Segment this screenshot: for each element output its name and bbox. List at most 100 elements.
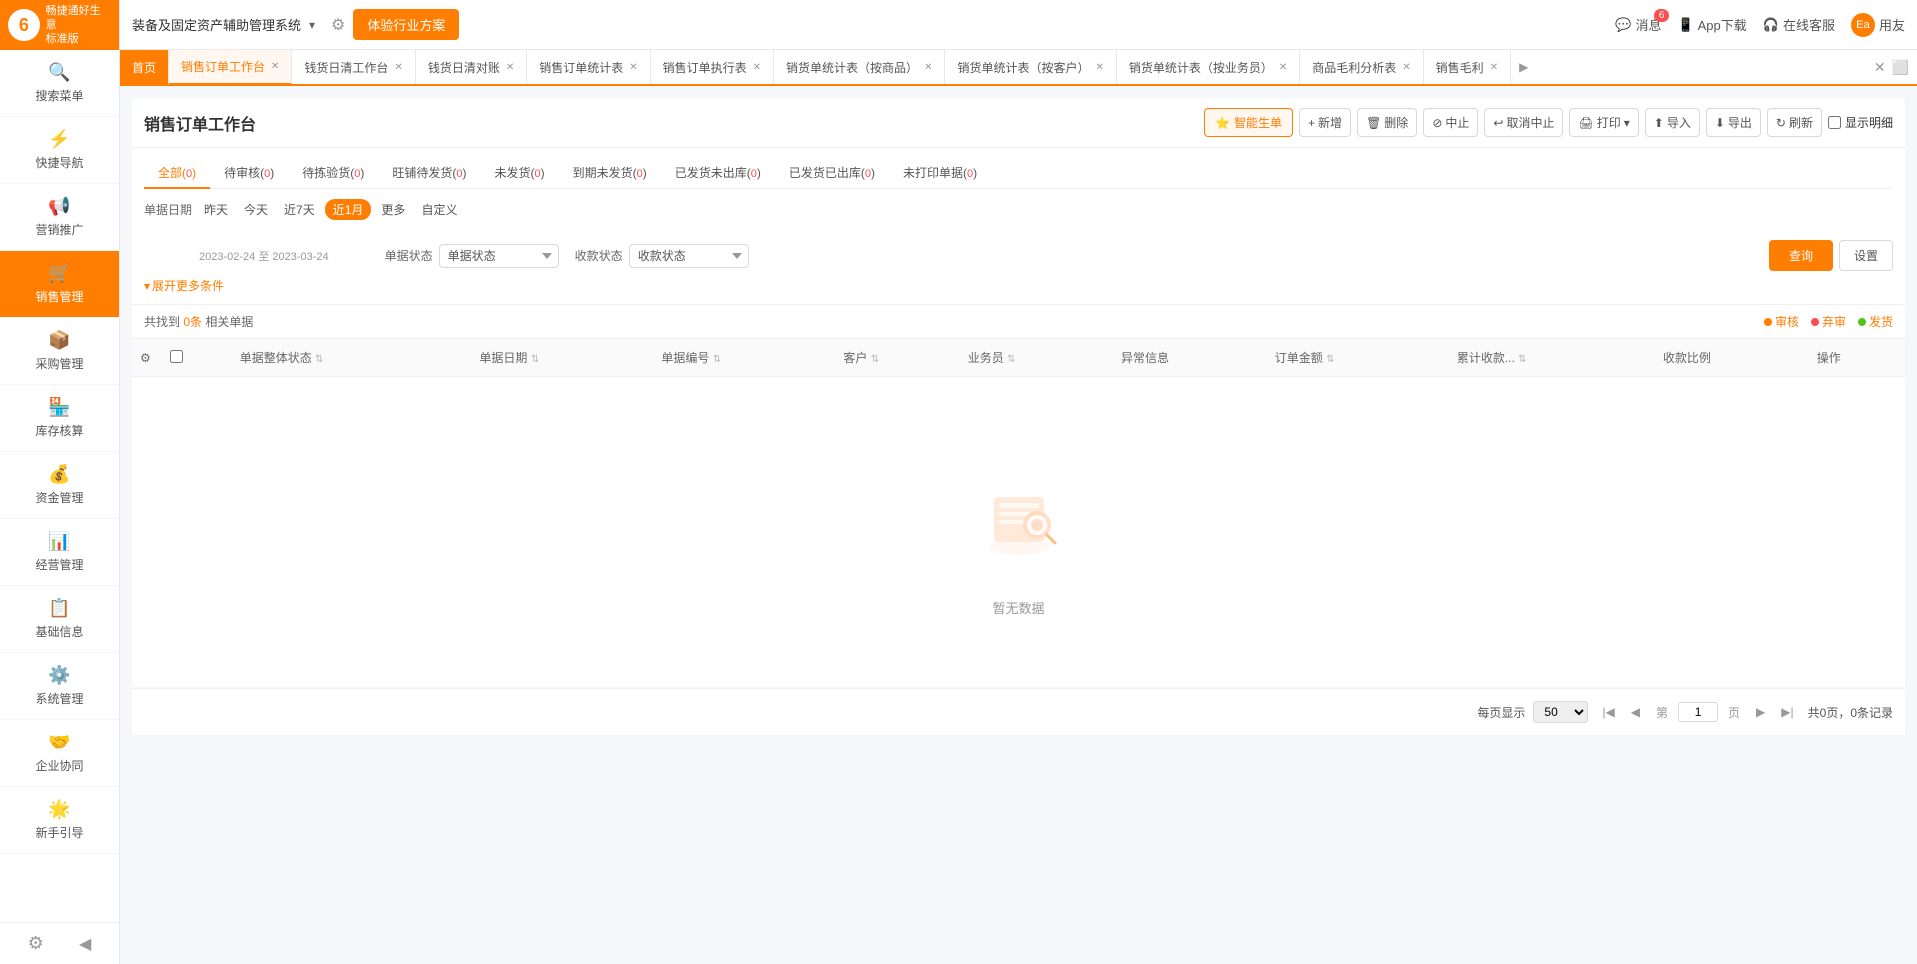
tab-close-sales-staff[interactable]: ✕: [1279, 62, 1287, 73]
tab-sales-profit[interactable]: 销售毛利✕: [1424, 50, 1511, 85]
message-item[interactable]: 💬 消息 6: [1615, 15, 1661, 34]
filter-count-1: 0: [264, 168, 270, 180]
smart-button[interactable]: ⭐ 智能生单: [1204, 108, 1293, 137]
sidebar-item-quick-nav[interactable]: ⚡快捷导航: [0, 117, 119, 184]
date-7days[interactable]: 近7天: [278, 199, 321, 220]
tab-margin-analysis[interactable]: 商品毛利分析表✕: [1300, 50, 1423, 85]
cancel-audit-action[interactable]: 弃审: [1811, 313, 1846, 330]
sidebar-icon-sales: 🛒: [48, 263, 70, 284]
tab-close-cash-daily[interactable]: ✕: [394, 62, 402, 73]
filter-tab-6[interactable]: 已发货未出库(0): [661, 158, 775, 189]
filter-tab-0[interactable]: 全部(0): [144, 158, 210, 189]
date-range-display: 2023-02-24 至 2023-03-24: [199, 251, 329, 263]
tab-close-sales-customer[interactable]: ✕: [1095, 62, 1103, 73]
filter-tab-4[interactable]: 未发货(0): [481, 158, 559, 189]
date-more[interactable]: 更多: [375, 199, 411, 220]
payment-select[interactable]: 收款状态: [629, 244, 749, 268]
settings-icon[interactable]: ⚙: [28, 933, 44, 954]
tabbar: 首页销售订单工作台✕钱货日清工作台✕钱货日清对账✕销售订单统计表✕销售订单执行表…: [120, 50, 1917, 86]
page-last[interactable]: ▶|: [1775, 703, 1799, 721]
sidebar-item-search[interactable]: 🔍搜索菜单: [0, 50, 119, 117]
tab-cash-reconcile[interactable]: 钱货日清对账✕: [416, 50, 527, 85]
date-1month[interactable]: 近1月: [325, 199, 372, 220]
tab-sales-exec[interactable]: 销售订单执行表✕: [651, 50, 774, 85]
user-item[interactable]: Ea 用友: [1851, 13, 1905, 37]
tab-sales-staff[interactable]: 销货单统计表（按业务员）✕: [1117, 50, 1300, 85]
set-button[interactable]: 设置: [1839, 240, 1893, 271]
tab-sales-product[interactable]: 销货单统计表（按商品）✕: [774, 50, 945, 85]
date-today[interactable]: 今天: [238, 199, 274, 220]
tab-sales-stat[interactable]: 销售订单统计表✕: [527, 50, 650, 85]
page-next[interactable]: ▶: [1750, 703, 1771, 721]
sidebar-item-guide[interactable]: 🌟新手引导: [0, 787, 119, 854]
tab-close-sales-product[interactable]: ✕: [924, 62, 932, 73]
sidebar-item-enterprise[interactable]: 🤝企业协同: [0, 720, 119, 787]
import-icon: ⬆: [1654, 116, 1664, 130]
cancel-stop-button[interactable]: ↩ 取消中止: [1484, 108, 1563, 137]
page-first[interactable]: |◀: [1596, 703, 1620, 721]
delete-button[interactable]: 🗑 删除: [1357, 108, 1417, 137]
app-download-item[interactable]: 📱 App下载: [1677, 15, 1746, 34]
sidebar-item-marketing[interactable]: 📢营销推广: [0, 184, 119, 251]
solution-button[interactable]: 体验行业方案: [353, 9, 459, 40]
filter-tab-2[interactable]: 待拣验货(0): [288, 158, 378, 189]
page-header: 销售订单工作台 ⭐ 智能生单 + 新增 🗑 删除 ⊘ 中止: [132, 98, 1905, 148]
sidebar-item-base-info[interactable]: 📋基础信息: [0, 586, 119, 653]
sidebar-icon-search: 🔍: [48, 62, 70, 83]
show-detail-label[interactable]: 显示明细: [1828, 114, 1893, 131]
table-scroll[interactable]: ⚙ 单据整体状态 ⇅ 单据日期 ⇅ 单据编号 ⇅ 客户 ⇅ 业务员 ⇅ 异常信息…: [132, 339, 1905, 688]
sidebar-item-inventory[interactable]: 🏪库存核算: [0, 385, 119, 452]
page-prev[interactable]: ◀: [1625, 703, 1646, 721]
tab-cash-daily[interactable]: 钱货日清工作台✕: [292, 50, 415, 85]
filter-tab-8[interactable]: 未打印单据(0): [889, 158, 991, 189]
sidebar-icon-base-info: 📋: [48, 598, 70, 619]
sidebar-item-sales[interactable]: 🛒销售管理: [0, 251, 119, 318]
online-service-item[interactable]: 🎧 在线客服: [1763, 15, 1835, 34]
tab-close-sales-stat[interactable]: ✕: [629, 62, 637, 73]
page-input[interactable]: [1678, 702, 1718, 722]
print-button[interactable]: 🖨 打印 ▾: [1569, 108, 1638, 137]
export-button[interactable]: ⬇ 导出: [1706, 108, 1761, 137]
tab-sales-order[interactable]: 销售订单工作台✕: [169, 50, 292, 85]
sidebar-item-system[interactable]: ⚙️系统管理: [0, 653, 119, 720]
sidebar-item-finance[interactable]: 💰资金管理: [0, 452, 119, 519]
filter-tab-7[interactable]: 已发货已出库(0): [775, 158, 889, 189]
tab-close-sales-order[interactable]: ✕: [271, 61, 279, 72]
audit-action[interactable]: 审核: [1764, 313, 1799, 330]
show-detail-checkbox[interactable]: [1828, 116, 1841, 129]
date-custom[interactable]: 自定义: [415, 199, 463, 220]
sidebar-item-operations[interactable]: 📊经营管理: [0, 519, 119, 586]
import-button[interactable]: ⬆ 导入: [1645, 108, 1700, 137]
status-select[interactable]: 单据状态: [439, 244, 559, 268]
sidebar-label-quick-nav: 快捷导航: [35, 154, 83, 171]
ship-action[interactable]: 发货: [1858, 313, 1893, 330]
system-dropdown[interactable]: ▾: [309, 18, 315, 32]
tab-close-sales-profit[interactable]: ✕: [1490, 62, 1498, 73]
add-button[interactable]: + 新增: [1299, 108, 1351, 137]
sidebar-icon-marketing: 📢: [48, 196, 70, 217]
tab-close-sales-exec[interactable]: ✕: [753, 62, 761, 73]
topbar-gear-icon[interactable]: ⚙: [331, 15, 345, 35]
select-all-checkbox[interactable]: [170, 350, 183, 363]
collapse-icon[interactable]: ◀: [79, 934, 91, 954]
stop-button[interactable]: ⊘ 中止: [1423, 108, 1478, 137]
query-button[interactable]: 查询: [1769, 240, 1833, 271]
refresh-button[interactable]: ↻ 刷新: [1767, 108, 1822, 137]
refresh-icon: ↻: [1776, 116, 1786, 130]
filter-tab-1[interactable]: 待审核(0): [210, 158, 288, 189]
filter-tab-5[interactable]: 到期未发货(0): [559, 158, 661, 189]
tab-close-cash-reconcile[interactable]: ✕: [506, 62, 514, 73]
per-page-select[interactable]: 50 100 200: [1533, 701, 1588, 723]
expand-button[interactable]: ▾ 展开更多条件: [144, 277, 1893, 294]
sidebar-item-purchase[interactable]: 📦采购管理: [0, 318, 119, 385]
tab-restore[interactable]: ⬜: [1892, 59, 1909, 76]
filter-tab-3[interactable]: 旺铺待发货(0): [378, 158, 480, 189]
tab-scroll-arrow[interactable]: ▶: [1511, 60, 1536, 74]
tab-close-margin-analysis[interactable]: ✕: [1402, 62, 1410, 73]
sidebar-icon-purchase: 📦: [48, 330, 70, 351]
tab-close-all[interactable]: ✕: [1874, 59, 1886, 76]
date-yesterday[interactable]: 昨天: [198, 199, 234, 220]
tab-sales-customer[interactable]: 销货单统计表（按客户）✕: [945, 50, 1116, 85]
tab-home[interactable]: 首页: [120, 50, 169, 85]
th-checkbox[interactable]: [162, 339, 232, 377]
